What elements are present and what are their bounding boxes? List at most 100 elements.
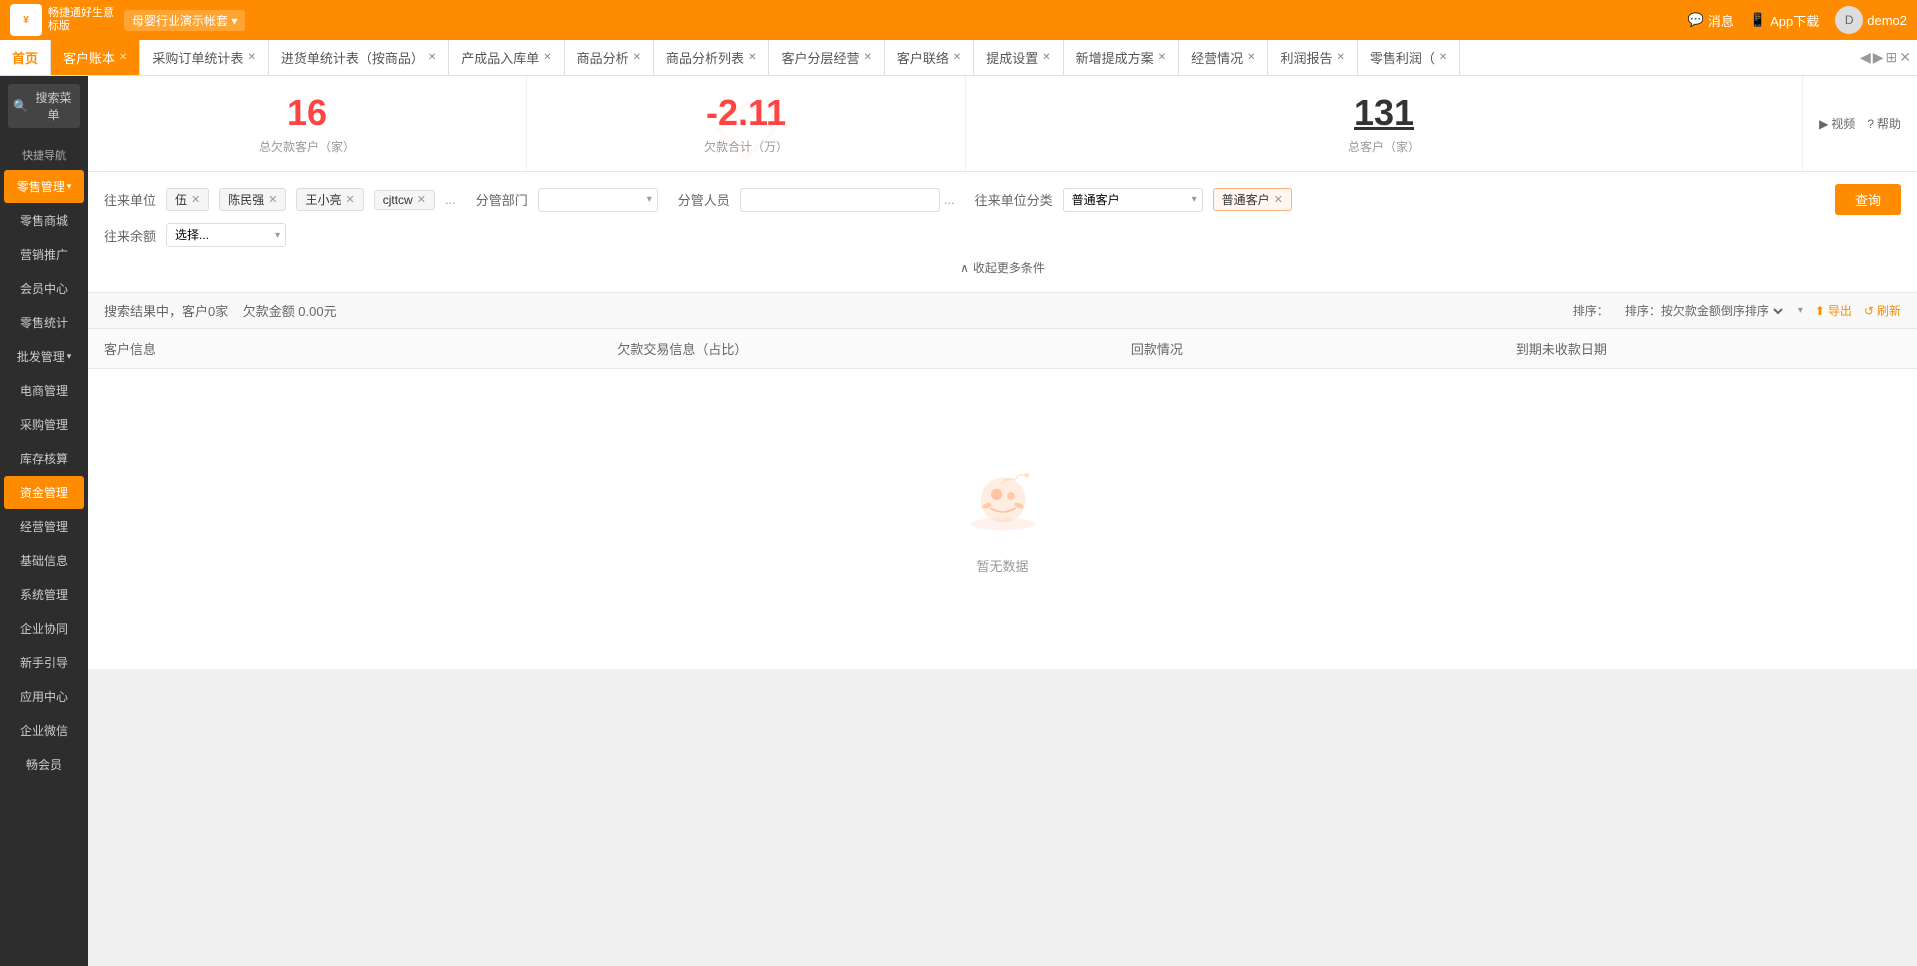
close-icon[interactable]: ✕: [1158, 52, 1166, 63]
close-icon[interactable]: ✕: [1439, 52, 1447, 63]
export-icon: ⬆: [1815, 304, 1825, 318]
message-icon: 💬: [1688, 12, 1704, 28]
remove-category-btn[interactable]: ✕: [1274, 193, 1283, 206]
tab-customer-contact[interactable]: 客户联络 ✕: [885, 40, 974, 75]
nav-next-arrow[interactable]: ▶: [1873, 49, 1884, 66]
nav-menu-arrow[interactable]: ⊞: [1886, 49, 1898, 66]
nav-tabs: 首页 客户账本 ✕ 采购订单统计表 ✕ 进货单统计表（按商品） ✕ 产成品入库单…: [0, 40, 1917, 76]
top-right-actions: 💬 消息 📱 App下载 D demo2: [1688, 6, 1907, 34]
remaining-label: 往来余额: [104, 226, 156, 245]
sidebar-item-purchase[interactable]: 采购管理: [4, 408, 84, 441]
tab-home[interactable]: 首页: [0, 40, 51, 75]
remove-unit1-btn[interactable]: ✕: [191, 193, 200, 206]
results-right: 排序： 排序：按欠款金额倒序排序 ▾ ⬆ 导出 ↺ 刷新: [1573, 302, 1901, 319]
video-help-btn[interactable]: ▶ 视频: [1819, 115, 1855, 132]
sidebar-item-members[interactable]: 会员中心: [4, 272, 84, 305]
tab-inbound-stats[interactable]: 进货单统计表（按商品） ✕: [269, 40, 449, 75]
sidebar-item-app-center[interactable]: 应用中心: [4, 680, 84, 713]
close-icon[interactable]: ✕: [633, 52, 641, 63]
person-input-area: ...: [740, 188, 955, 212]
close-icon[interactable]: ✕: [247, 52, 255, 63]
sidebar-item-wholesale[interactable]: 批发管理 ▾: [4, 340, 84, 373]
tab-profit-report[interactable]: 利润报告 ✕: [1268, 40, 1357, 75]
tab-biz-status[interactable]: 经营情况 ✕: [1179, 40, 1268, 75]
sort-select[interactable]: 排序：按欠款金额倒序排序: [1621, 303, 1786, 319]
tab-new-plan[interactable]: 新增提成方案 ✕: [1064, 40, 1179, 75]
col-header-ar-info: 欠款交易信息（占比）: [617, 339, 1130, 358]
table-body: 暂无数据: [88, 369, 1917, 669]
search-icon: 🔍: [13, 99, 28, 113]
nav-close-all[interactable]: ✕: [1899, 49, 1911, 66]
close-icon[interactable]: ✕: [1042, 52, 1050, 63]
tab-retail-profit[interactable]: 零售利润（ ✕: [1358, 40, 1460, 75]
tab-purchase-order[interactable]: 采购订单统计表 ✕: [140, 40, 268, 75]
help-doc-btn[interactable]: ? 帮助: [1867, 115, 1901, 132]
app-download-btn[interactable]: 📱 App下载: [1750, 11, 1819, 30]
chevron-down-icon: ▾: [67, 181, 72, 192]
filter-tag-unit4: cjttcw ✕: [374, 190, 435, 210]
close-icon[interactable]: ✕: [1337, 52, 1345, 63]
filter-more-btn[interactable]: ...: [445, 192, 456, 207]
remove-unit2-btn[interactable]: ✕: [268, 193, 277, 206]
tab-goods-analysis[interactable]: 商品分析 ✕: [565, 40, 654, 75]
stat-total-customers: 16 总欠款客户（家）: [88, 76, 527, 171]
empty-text: 暂无数据: [976, 556, 1028, 575]
sidebar-item-retail[interactable]: 零售管理 ▾: [4, 170, 84, 203]
sidebar-item-operations[interactable]: 经营管理: [4, 510, 84, 543]
remove-unit3-btn[interactable]: ✕: [346, 193, 355, 206]
stat-value-all-customers: 131: [1354, 92, 1414, 134]
filter-tag-category: 普通客户 ✕: [1213, 188, 1292, 211]
sidebar-item-retail-mall[interactable]: 零售商城: [4, 204, 84, 237]
close-icon[interactable]: ✕: [428, 52, 436, 63]
remaining-select[interactable]: 选择...: [166, 223, 286, 247]
sidebar-item-basic-info[interactable]: 基础信息: [4, 544, 84, 577]
category-select-wrap: 普通客户: [1063, 188, 1203, 212]
table-header: 客户信息 欠款交易信息（占比） 回款情况 到期未收款日期: [88, 329, 1917, 369]
sidebar-item-finance[interactable]: 资金管理: [4, 476, 84, 509]
sidebar-item-newbie[interactable]: 新手引导: [4, 646, 84, 679]
tab-remind-settings[interactable]: 提成设置 ✕: [974, 40, 1063, 75]
sidebar-item-inventory[interactable]: 库存核算: [4, 442, 84, 475]
dept-select[interactable]: [538, 188, 658, 212]
account-dropdown[interactable]: 母婴行业演示帐套 ▾: [124, 10, 245, 31]
tab-ar[interactable]: 客户账本 ✕: [51, 40, 140, 75]
close-icon[interactable]: ✕: [748, 52, 756, 63]
category-select[interactable]: 普通客户: [1063, 188, 1203, 212]
tab-cost-inbound[interactable]: 产成品入库单 ✕: [449, 40, 564, 75]
stat-value-customers: 16: [287, 92, 327, 134]
messages-btn[interactable]: 💬 消息: [1688, 11, 1734, 30]
export-btn[interactable]: ⬆ 导出: [1815, 302, 1852, 319]
collapse-btn[interactable]: ∧ 收起更多条件: [948, 255, 1057, 280]
person-dots-btn[interactable]: ...: [944, 192, 955, 207]
video-icon: ▶: [1819, 117, 1828, 131]
sidebar: 🔍 搜索菜单 快捷导航 零售管理 ▾ 零售商城 营销推广 会员中心 零售统计 批…: [0, 76, 88, 966]
person-input[interactable]: [740, 188, 940, 212]
close-icon[interactable]: ✕: [863, 52, 871, 63]
tab-goods-analysis-list[interactable]: 商品分析列表 ✕: [654, 40, 769, 75]
sidebar-item-corp-coop[interactable]: 企业协同: [4, 612, 84, 645]
dept-label: 分管部门: [476, 190, 528, 209]
sidebar-item-vip-member[interactable]: 畅会员: [4, 748, 84, 781]
chevron-down-icon: ▾: [67, 351, 72, 362]
query-btn[interactable]: 查询: [1835, 184, 1901, 215]
tab-customer-seg[interactable]: 客户分层经营 ✕: [769, 40, 884, 75]
sidebar-search-btn[interactable]: 🔍 搜索菜单: [8, 84, 80, 128]
user-menu[interactable]: D demo2: [1835, 6, 1907, 34]
close-icon[interactable]: ✕: [543, 52, 551, 63]
sidebar-item-marketing[interactable]: 营销推广: [4, 238, 84, 271]
stat-label-ar: 欠款合计（万）: [704, 138, 788, 155]
sidebar-item-retail-stats[interactable]: 零售统计: [4, 306, 84, 339]
close-icon[interactable]: ✕: [119, 52, 127, 63]
refresh-btn[interactable]: ↺ 刷新: [1864, 302, 1901, 319]
results-bar: 搜索结果中，客户0家 欠款金额 0.00元 排序： 排序：按欠款金额倒序排序 ▾…: [88, 293, 1917, 329]
collapse-icon: ∧: [960, 261, 969, 275]
close-icon[interactable]: ✕: [953, 52, 961, 63]
sidebar-item-ecommerce[interactable]: 电商管理: [4, 374, 84, 407]
remove-unit4-btn[interactable]: ✕: [417, 193, 426, 206]
close-icon[interactable]: ✕: [1247, 52, 1255, 63]
nav-prev-arrow[interactable]: ◀: [1860, 49, 1871, 66]
sidebar-item-system[interactable]: 系统管理: [4, 578, 84, 611]
logo-icon: ¥: [10, 4, 42, 36]
sidebar-item-enterprise-wechat[interactable]: 企业微信: [4, 714, 84, 747]
filter-tag-unit3: 王小亮 ✕: [296, 188, 363, 211]
